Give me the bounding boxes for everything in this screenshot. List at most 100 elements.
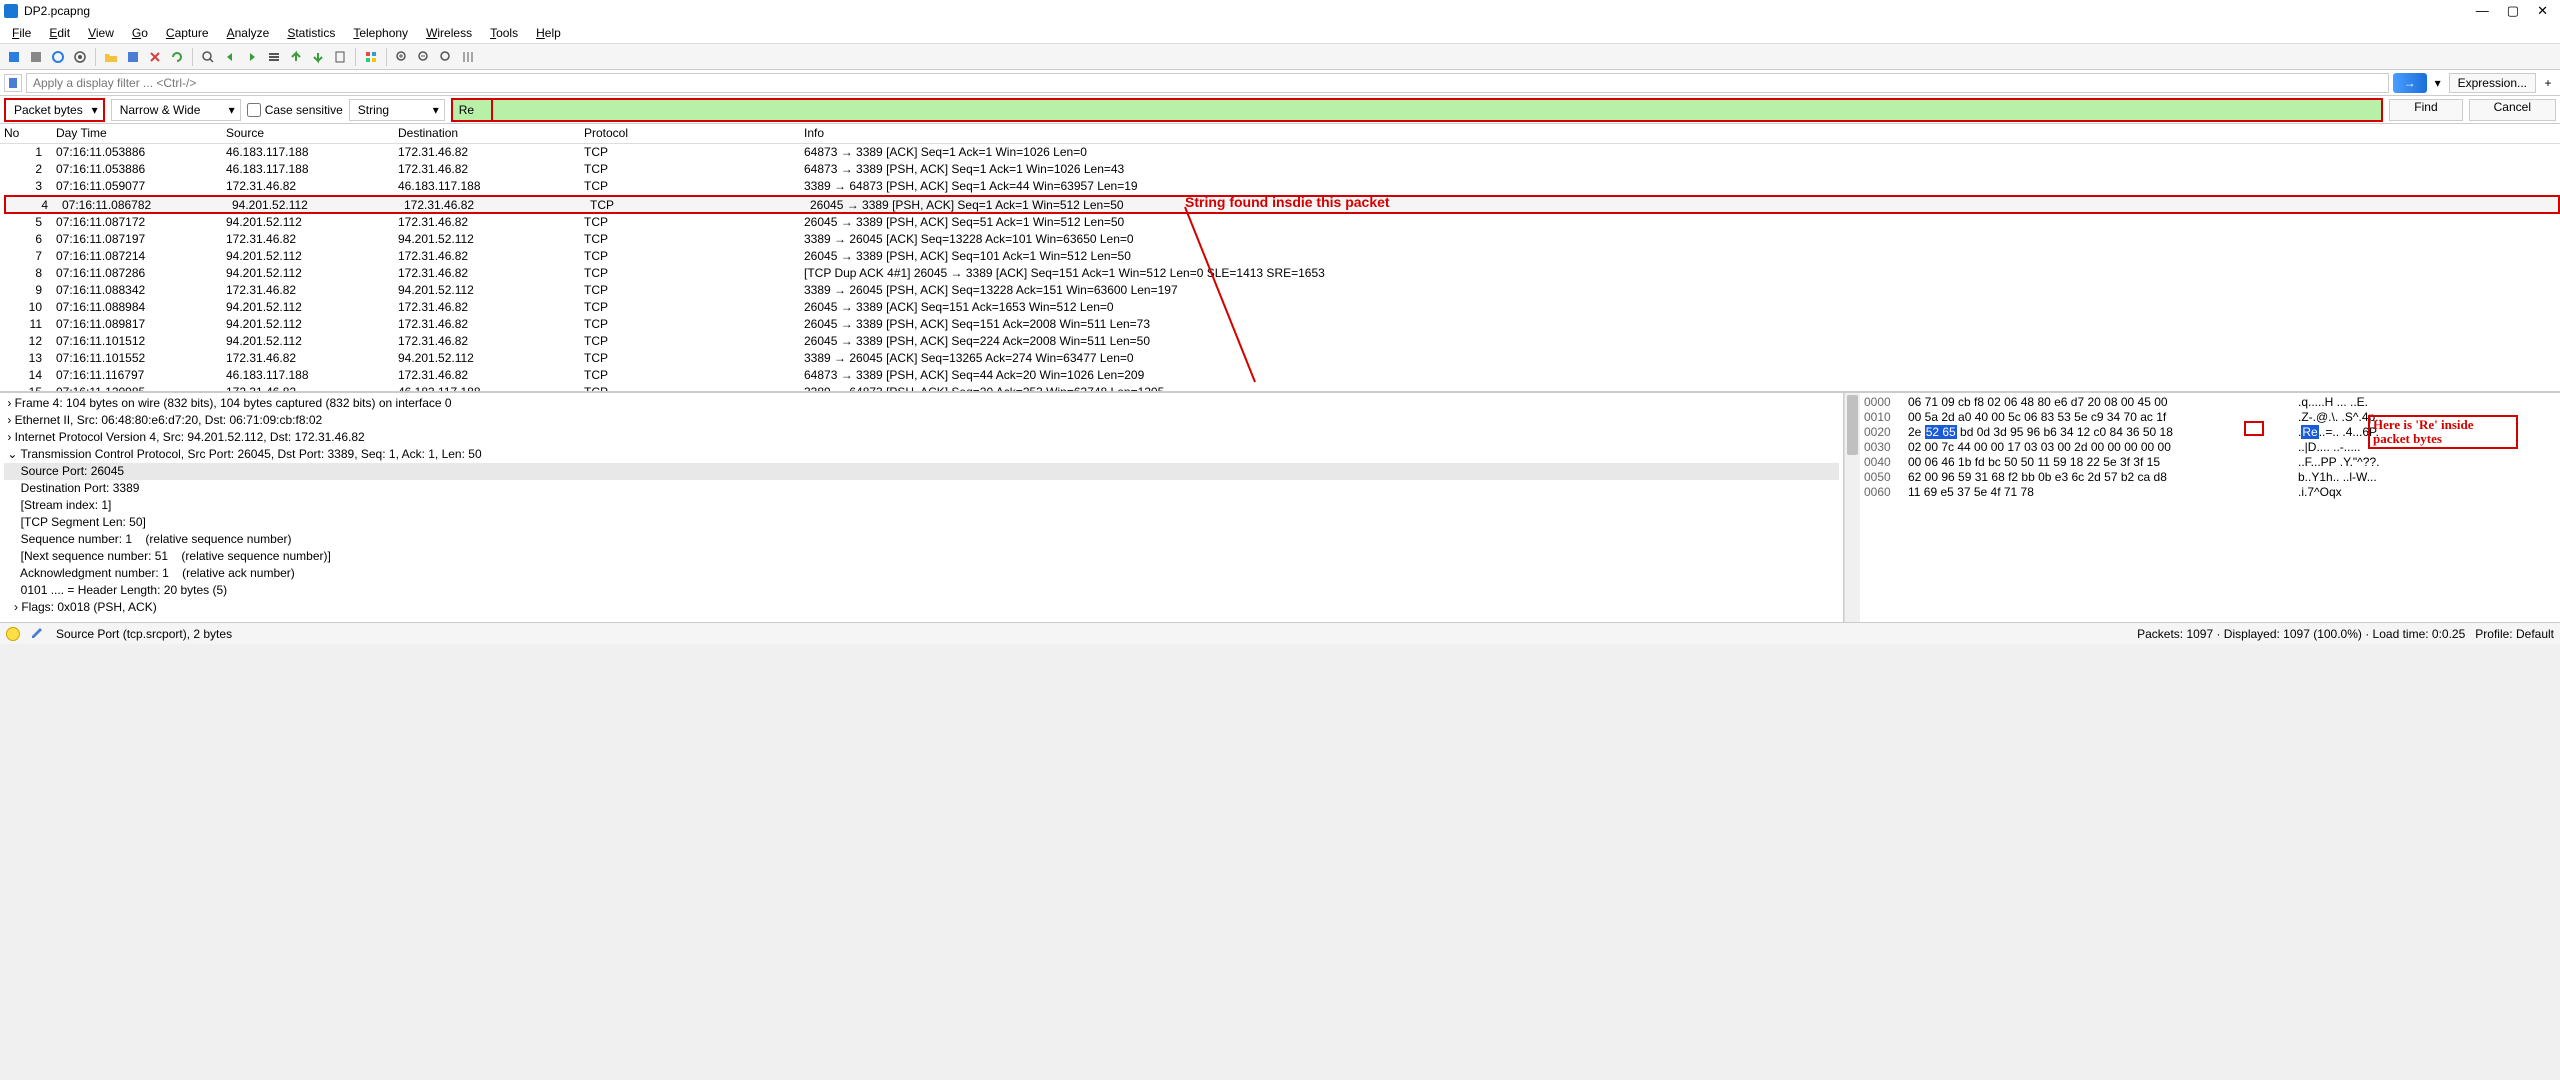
packet-row[interactable]: 107:16:11.05388646.183.117.188172.31.46.… xyxy=(0,144,2560,161)
search-scope-select[interactable]: Packet bytes▾ xyxy=(4,98,105,122)
column-header[interactable]: Protocol xyxy=(580,124,800,143)
packet-row[interactable]: 1307:16:11.101552172.31.46.8294.201.52.1… xyxy=(0,350,2560,367)
menu-tools[interactable]: Tools xyxy=(482,24,526,42)
packet-row[interactable]: 1007:16:11.08898494.201.52.112172.31.46.… xyxy=(0,299,2560,316)
tree-line[interactable]: › Frame 4: 104 bytes on wire (832 bits),… xyxy=(4,395,1839,412)
details-scrollbar[interactable] xyxy=(1844,393,1860,622)
hex-line[interactable]: 004000 06 46 1b fd bc 50 50 11 59 18 22 … xyxy=(1864,455,2556,470)
column-header[interactable]: Info xyxy=(800,124,2542,143)
go-forward-icon[interactable] xyxy=(242,47,262,67)
packet-list-pane: NoDay TimeSourceDestinationProtocolInfo … xyxy=(0,124,2560,392)
chevron-down-icon: ▾ xyxy=(229,103,235,117)
tree-line[interactable]: › Internet Protocol Version 4, Src: 94.2… xyxy=(4,429,1839,446)
status-profile[interactable]: Profile: Default xyxy=(2475,627,2554,641)
separator xyxy=(386,48,387,66)
tree-line[interactable]: Destination Port: 3389 xyxy=(4,480,1839,497)
search-input[interactable] xyxy=(493,100,2382,120)
menu-edit[interactable]: Edit xyxy=(41,24,78,42)
tree-line[interactable]: Acknowledgment number: 1 (relative ack n… xyxy=(4,565,1839,582)
hex-line[interactable]: 005062 00 96 59 31 68 f2 bb 0b e3 6c 2d … xyxy=(1864,470,2556,485)
packet-row[interactable]: 707:16:11.08721494.201.52.112172.31.46.8… xyxy=(0,248,2560,265)
scrollbar-thumb[interactable] xyxy=(1847,395,1858,455)
hex-line[interactable]: 000006 71 09 cb f8 02 06 48 80 e6 d7 20 … xyxy=(1864,395,2556,410)
packet-row[interactable]: 1107:16:11.08981794.201.52.112172.31.46.… xyxy=(0,316,2560,333)
column-header[interactable]: Destination xyxy=(394,124,580,143)
goto-first-icon[interactable] xyxy=(286,47,306,67)
column-header[interactable]: No xyxy=(0,124,52,143)
menu-statistics[interactable]: Statistics xyxy=(279,24,343,42)
tree-line[interactable]: 0101 .... = Header Length: 20 bytes (5) xyxy=(4,582,1839,599)
edit-icon[interactable] xyxy=(30,626,46,642)
tree-line[interactable]: [Next sequence number: 51 (relative sequ… xyxy=(4,548,1839,565)
packet-row[interactable]: 207:16:11.05388646.183.117.188172.31.46.… xyxy=(0,161,2560,178)
save-file-icon[interactable] xyxy=(123,47,143,67)
restart-capture-icon[interactable] xyxy=(48,47,68,67)
tree-line[interactable]: › Flags: 0x018 (PSH, ACK) xyxy=(4,599,1839,616)
packet-row[interactable]: 907:16:11.088342172.31.46.8294.201.52.11… xyxy=(0,282,2560,299)
menu-view[interactable]: View xyxy=(80,24,122,42)
column-header[interactable]: Source xyxy=(222,124,394,143)
find-button[interactable]: Find xyxy=(2389,99,2462,121)
tree-line[interactable]: Sequence number: 1 (relative sequence nu… xyxy=(4,531,1839,548)
tree-line[interactable]: [TCP Segment Len: 50] xyxy=(4,514,1839,531)
status-packet-stats: Packets: 1097 · Displayed: 1097 (100.0%)… xyxy=(2137,627,2465,641)
open-file-icon[interactable] xyxy=(101,47,121,67)
char-width-select[interactable]: Narrow & Wide▾ xyxy=(111,99,241,121)
apply-filter-button[interactable]: → xyxy=(2393,73,2427,93)
packet-bytes-pane[interactable]: 000006 71 09 cb f8 02 06 48 80 e6 d7 20 … xyxy=(1860,393,2560,622)
display-filter-input[interactable] xyxy=(26,73,2389,93)
menu-telephony[interactable]: Telephony xyxy=(345,24,416,42)
start-capture-icon[interactable] xyxy=(4,47,24,67)
menu-file[interactable]: File xyxy=(4,24,39,42)
menu-wireless[interactable]: Wireless xyxy=(418,24,480,42)
tree-line[interactable]: Source Port: 26045 xyxy=(4,463,1839,480)
app-icon xyxy=(4,4,18,18)
minimize-button[interactable]: — xyxy=(2476,3,2489,19)
packet-row[interactable]: 607:16:11.087197172.31.46.8294.201.52.11… xyxy=(0,231,2560,248)
packet-row[interactable]: 507:16:11.08717294.201.52.112172.31.46.8… xyxy=(0,214,2560,231)
packet-row[interactable]: 807:16:11.08728694.201.52.112172.31.46.8… xyxy=(0,265,2560,282)
tree-line[interactable]: ⌄ Transmission Control Protocol, Src Por… xyxy=(4,446,1839,463)
search-input-wrapper: Re xyxy=(451,98,2384,122)
colorize-icon[interactable] xyxy=(361,47,381,67)
zoom-out-icon[interactable] xyxy=(414,47,434,67)
goto-packet-icon[interactable] xyxy=(264,47,284,67)
packet-details-pane[interactable]: › Frame 4: 104 bytes on wire (832 bits),… xyxy=(0,393,1844,622)
expert-info-icon[interactable] xyxy=(6,627,20,641)
menu-go[interactable]: Go xyxy=(124,24,156,42)
zoom-reset-icon[interactable] xyxy=(436,47,456,67)
menu-help[interactable]: Help xyxy=(528,24,569,42)
separator xyxy=(95,48,96,66)
add-filter-button[interactable]: + xyxy=(2540,76,2556,90)
packet-row[interactable]: 1207:16:11.10151294.201.52.112172.31.46.… xyxy=(0,333,2560,350)
close-file-icon[interactable] xyxy=(145,47,165,67)
packet-row[interactable]: 1407:16:11.11679746.183.117.188172.31.46… xyxy=(0,367,2560,384)
find-packet-icon[interactable] xyxy=(198,47,218,67)
menu-capture[interactable]: Capture xyxy=(158,24,217,42)
tree-line[interactable]: [Stream index: 1] xyxy=(4,497,1839,514)
menu-analyze[interactable]: Analyze xyxy=(219,24,278,42)
auto-scroll-icon[interactable] xyxy=(330,47,350,67)
cancel-button[interactable]: Cancel xyxy=(2469,99,2556,121)
column-header[interactable]: Day Time xyxy=(52,124,222,143)
bookmark-icon[interactable] xyxy=(4,74,22,92)
goto-last-icon[interactable] xyxy=(308,47,328,67)
menubar: FileEditViewGoCaptureAnalyzeStatisticsTe… xyxy=(0,22,2560,44)
packet-row[interactable]: 307:16:11.059077172.31.46.8246.183.117.1… xyxy=(0,178,2560,195)
filter-history-dropdown[interactable]: ▾ xyxy=(2431,76,2445,90)
close-button[interactable]: ✕ xyxy=(2537,3,2548,19)
maximize-button[interactable]: ▢ xyxy=(2507,3,2519,19)
hex-line[interactable]: 006011 69 e5 37 5e 4f 71 78.i.7^Oqx xyxy=(1864,485,2556,500)
reload-icon[interactable] xyxy=(167,47,187,67)
resize-columns-icon[interactable] xyxy=(458,47,478,67)
expression-button[interactable]: Expression... xyxy=(2449,73,2536,93)
tree-line[interactable]: › Ethernet II, Src: 06:48:80:e6:d7:20, D… xyxy=(4,412,1839,429)
go-back-icon[interactable] xyxy=(220,47,240,67)
capture-options-icon[interactable] xyxy=(70,47,90,67)
stop-capture-icon[interactable] xyxy=(26,47,46,67)
packet-row[interactable]: 1507:16:11.120985172.31.46.8246.183.117.… xyxy=(0,384,2560,392)
zoom-in-icon[interactable] xyxy=(392,47,412,67)
search-type-select[interactable]: String▾ xyxy=(349,99,445,121)
annotation-box-text: Here is 'Re' inside packet bytes xyxy=(2368,415,2518,449)
case-sensitive-checkbox[interactable]: Case sensitive xyxy=(247,103,343,117)
